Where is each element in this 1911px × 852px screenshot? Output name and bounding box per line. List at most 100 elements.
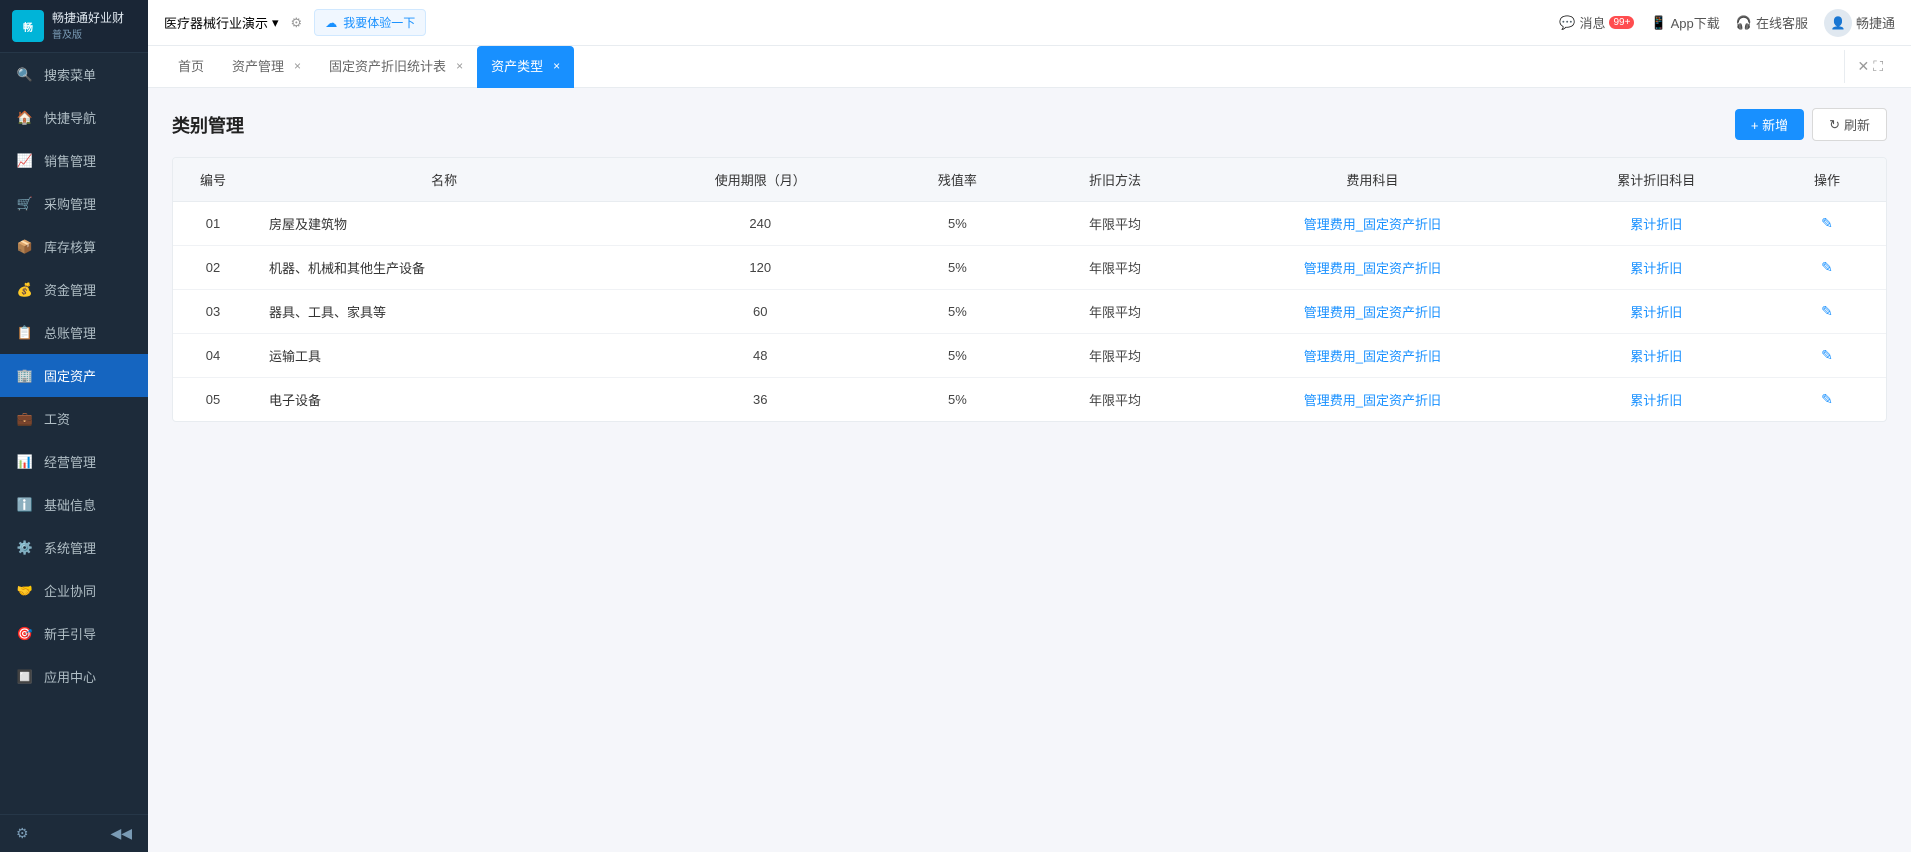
sidebar-item-search[interactable]: 🔍 搜索菜单 <box>0 53 148 96</box>
edit-icon-3[interactable]: ✎ <box>1821 347 1833 363</box>
cell-action-4[interactable]: ✎ <box>1768 378 1886 422</box>
edit-icon-4[interactable]: ✎ <box>1821 391 1833 407</box>
new-button[interactable]: + 新增 <box>1735 109 1804 140</box>
col-header-累计折旧科目: 累计折旧科目 <box>1544 158 1768 202</box>
sidebar-item-fixed[interactable]: 🏢 固定资产 <box>0 354 148 397</box>
table-row: 05 电子设备 36 5% 年限平均 管理费用_固定资产折旧 累计折旧 ✎ <box>173 378 1886 422</box>
tab-depreciation[interactable]: 固定资产折旧统计表 × <box>315 46 477 88</box>
capital-icon: 💰 <box>16 281 34 299</box>
tab-label-asset-mgmt: 资产管理 <box>232 56 284 75</box>
table-row: 03 器具、工具、家具等 60 5% 年限平均 管理费用_固定资产折旧 累计折旧… <box>173 290 1886 334</box>
sidebar-item-quicknav[interactable]: 🏠 快捷导航 <box>0 96 148 139</box>
sales-icon: 📈 <box>16 152 34 170</box>
sidebar-label-salary: 工资 <box>44 409 70 428</box>
sidebar-item-inventory[interactable]: 📦 库存核算 <box>0 225 148 268</box>
cell-expense-0: 管理费用_固定资产折旧 <box>1200 202 1544 246</box>
search-icon: 🔍 <box>16 66 34 84</box>
cell-action-3[interactable]: ✎ <box>1768 334 1886 378</box>
edit-icon-0[interactable]: ✎ <box>1821 215 1833 231</box>
cell-period-4: 36 <box>635 378 885 422</box>
headset-icon: 🎧 <box>1736 15 1752 31</box>
cell-expense-2: 管理费用_固定资产折旧 <box>1200 290 1544 334</box>
sidebar-label-collab: 企业协同 <box>44 581 96 600</box>
collapse-icon[interactable]: ◀◀ <box>110 825 132 842</box>
settings-gear-icon[interactable]: ⚙ <box>291 15 303 31</box>
sidebar-item-collab[interactable]: 🤝 企业协同 <box>0 569 148 612</box>
cell-expense-4: 管理费用_固定资产折旧 <box>1200 378 1544 422</box>
sidebar-item-basic[interactable]: ℹ️ 基础信息 <box>0 483 148 526</box>
sidebar-label-inventory: 库存核算 <box>44 237 96 256</box>
sidebar-label-guide: 新手引导 <box>44 624 96 643</box>
project-selector[interactable]: 医疗器械行业演示 ▾ <box>164 13 279 32</box>
topbar-icons: ⚙ <box>291 15 303 31</box>
refresh-button[interactable]: ↻ 刷新 <box>1812 108 1887 141</box>
cell-residual-4: 5% <box>885 378 1029 422</box>
cell-residual-2: 5% <box>885 290 1029 334</box>
refresh-icon: ↻ <box>1829 117 1840 133</box>
col-header-残值率: 残值率 <box>885 158 1029 202</box>
col-header-使用期限（月）: 使用期限（月） <box>635 158 885 202</box>
sidebar-item-apps[interactable]: 🔲 应用中心 <box>0 655 148 698</box>
tab-close-depreciation[interactable]: × <box>456 59 463 73</box>
cell-action-0[interactable]: ✎ <box>1768 202 1886 246</box>
sidebar-item-guide[interactable]: 🎯 新手引导 <box>0 612 148 655</box>
try-experience-button[interactable]: ☁ 我要体验一下 <box>314 9 426 36</box>
tab-close-asset-type[interactable]: × <box>553 59 560 73</box>
tab-label-asset-type: 资产类型 <box>491 56 543 75</box>
page-actions: + 新增 ↻ 刷新 <box>1735 108 1887 141</box>
username-label: 畅捷通 <box>1856 13 1895 32</box>
tabbar: 首页资产管理 × 固定资产折旧统计表 × 资产类型 × ✕ ⛶ <box>148 46 1911 88</box>
message-icon: 💬 <box>1559 15 1575 31</box>
cell-name-0: 房屋及建筑物 <box>253 202 635 246</box>
message-badge: 99+ <box>1609 16 1634 29</box>
message-button[interactable]: 💬 消息 99+ <box>1559 13 1634 32</box>
sidebar-item-purchase[interactable]: 🛒 采购管理 <box>0 182 148 225</box>
settings-icon[interactable]: ⚙ <box>16 825 29 842</box>
col-header-操作: 操作 <box>1768 158 1886 202</box>
tab-close-asset-mgmt[interactable]: × <box>294 59 301 73</box>
tab-asset-type[interactable]: 资产类型 × <box>477 46 574 88</box>
col-header-折旧方法: 折旧方法 <box>1030 158 1201 202</box>
tab-home[interactable]: 首页 <box>164 46 218 88</box>
quicknav-icon: 🏠 <box>16 109 34 127</box>
cell-action-1[interactable]: ✎ <box>1768 246 1886 290</box>
user-profile[interactable]: 👤 畅捷通 <box>1824 9 1895 37</box>
sidebar-item-salary[interactable]: 💼 工资 <box>0 397 148 440</box>
cell-code-1: 02 <box>173 246 253 290</box>
logo-sub: 普及版 <box>52 26 124 41</box>
cell-name-3: 运输工具 <box>253 334 635 378</box>
window-close-icon[interactable]: ✕ <box>1857 58 1869 75</box>
sidebar-item-ledger[interactable]: 📋 总账管理 <box>0 311 148 354</box>
window-expand-icon[interactable]: ⛶ <box>1873 58 1883 75</box>
cell-accum-3: 累计折旧 <box>1544 334 1768 378</box>
sidebar-item-system[interactable]: ⚙️ 系统管理 <box>0 526 148 569</box>
cell-action-2[interactable]: ✎ <box>1768 290 1886 334</box>
try-label: 我要体验一下 <box>343 14 415 31</box>
edit-icon-1[interactable]: ✎ <box>1821 259 1833 275</box>
sidebar-label-ledger: 总账管理 <box>44 323 96 342</box>
app-download-button[interactable]: 📱 App下载 <box>1650 13 1719 32</box>
system-icon: ⚙️ <box>16 539 34 557</box>
cell-name-4: 电子设备 <box>253 378 635 422</box>
dropdown-arrow-icon: ▾ <box>272 15 279 31</box>
sidebar-item-capital[interactable]: 💰 资金管理 <box>0 268 148 311</box>
tab-label-depreciation: 固定资产折旧统计表 <box>329 56 446 75</box>
purchase-icon: 🛒 <box>16 195 34 213</box>
cell-accum-1: 累计折旧 <box>1544 246 1768 290</box>
online-service-button[interactable]: 🎧 在线客服 <box>1736 13 1808 32</box>
cell-residual-1: 5% <box>885 246 1029 290</box>
edit-icon-2[interactable]: ✎ <box>1821 303 1833 319</box>
sidebar-item-operation[interactable]: 📊 经营管理 <box>0 440 148 483</box>
inventory-icon: 📦 <box>16 238 34 256</box>
sidebar: 畅 畅捷通好业财 普及版 🔍 搜索菜单 🏠 快捷导航 📈 销售管理 🛒 采购管理… <box>0 0 148 852</box>
sidebar-label-purchase: 采购管理 <box>44 194 96 213</box>
sidebar-item-sales[interactable]: 📈 销售管理 <box>0 139 148 182</box>
tab-asset-mgmt[interactable]: 资产管理 × <box>218 46 315 88</box>
table-row: 02 机器、机械和其他生产设备 120 5% 年限平均 管理费用_固定资产折旧 … <box>173 246 1886 290</box>
basic-icon: ℹ️ <box>16 496 34 514</box>
cell-period-3: 48 <box>635 334 885 378</box>
sidebar-label-apps: 应用中心 <box>44 667 96 686</box>
sidebar-footer: ⚙ ◀◀ <box>0 814 148 852</box>
cell-residual-3: 5% <box>885 334 1029 378</box>
topbar-right: 💬 消息 99+ 📱 App下载 🎧 在线客服 👤 畅捷通 <box>1559 9 1895 37</box>
